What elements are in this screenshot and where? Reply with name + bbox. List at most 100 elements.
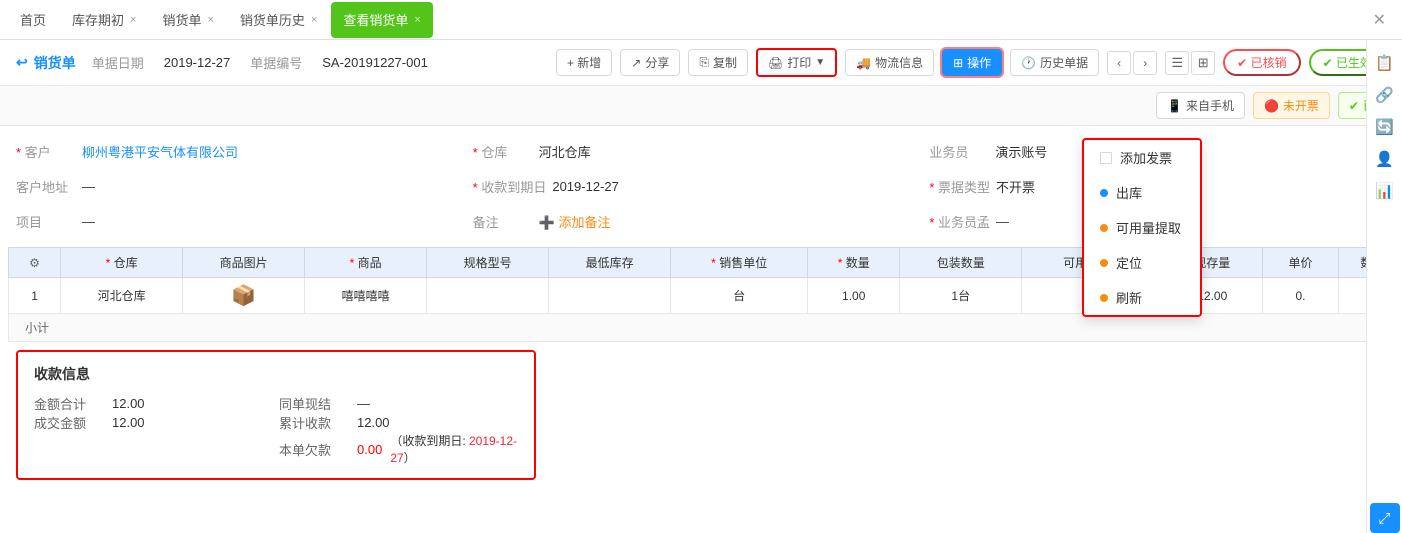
tab-view-sales[interactable]: 查看销货单 × [331,2,432,38]
owed-date: 2019-12-27 [390,434,517,465]
operation-button[interactable]: ⊞ 操作 [942,49,1002,76]
cumulative-row: 累计收款 12.00 [279,413,518,432]
history-icon: 🕐 [1021,56,1036,70]
locate-label: 定位 [1116,253,1142,272]
tab-inventory[interactable]: 库存期初 × [60,2,148,38]
tab-sales-history-label: 销货单历史 [240,10,305,29]
sidebar-doc-icon[interactable]: 📋 [1370,48,1400,78]
row-unit: 台 [671,278,808,314]
project-label: 项目 [16,212,76,231]
project-value: — [82,214,95,229]
row-pack-qty: 1台 [900,278,1022,314]
total-row: 金额合计 12.00 [34,394,273,413]
tab-inventory-close[interactable]: × [130,14,136,26]
sidebar-chart-icon[interactable]: 📊 [1370,176,1400,206]
sidebar-link-icon[interactable]: 🔗 [1370,80,1400,110]
share-button[interactable]: ↗ 分享 [620,49,680,76]
dropdown-add-invoice[interactable]: 添加发票 [1084,140,1200,175]
from-phone-button[interactable]: 📱 来自手机 [1156,92,1245,119]
tab-view-sales-close[interactable]: × [414,14,420,26]
note-label: 备注 [473,212,533,231]
cumulative-value: 12.00 [357,415,390,430]
tab-sales[interactable]: 销货单 × [150,2,225,38]
operation-icon: ⊞ [953,56,963,70]
cancelled-icon: ✔ [1237,56,1247,70]
product-image: 📦 [231,285,256,307]
logistics-button[interactable]: 🚚 物流信息 [845,49,934,76]
from-phone-label: 来自手机 [1186,97,1234,114]
owed-note: （收款到期日: 2019-12-27） [390,432,518,466]
total-value: 12.00 [112,396,145,411]
logistics-icon: 🚚 [856,56,871,70]
dropdown-menu: 添加发票 出库 可用量提取 定位 刷新 [1082,138,1202,317]
tab-home[interactable]: 首页 [8,2,58,38]
available-qty-label: 可用量提取 [1116,218,1181,237]
subtotal-row: 小计 [9,314,1394,342]
deal-label: 成交金额 [34,413,104,432]
right-sidebar: 📋 🔗 🔄 👤 📊 ⤢ [1366,40,1402,533]
copy-button[interactable]: ⎘ 复制 [688,49,748,76]
sidebar-expand-icon[interactable]: ⤢ [1370,503,1400,533]
customer-label: 客户 [16,142,76,161]
dropdown-locate[interactable]: 定位 [1084,245,1200,280]
warehouse-field: 仓库 河北仓库 [473,138,930,165]
checkbox-icon [1100,152,1112,164]
tab-sales-close[interactable]: × [207,14,213,26]
tab-bar: 首页 库存期初 × 销货单 × 销货单历史 × 查看销货单 × ✕ [0,0,1402,40]
tab-sales-history-close[interactable]: × [311,14,317,26]
row-product: 嘻嘻嘻嘻 [305,278,427,314]
note-field: 备注 ➕ 添加备注 [473,208,930,235]
dropdown-outbound[interactable]: 出库 [1084,175,1200,210]
share-label: 分享 [645,54,669,71]
check-icon: ✔ [1349,99,1359,113]
same-order-value: — [357,396,370,411]
deal-value: 12.00 [112,415,145,430]
col-warehouse: 仓库 [61,248,183,278]
same-order-row: 同单现结 — [279,394,518,413]
next-button[interactable]: › [1133,51,1157,75]
doc-actions: + 新增 ↗ 分享 ⎘ 复制 🖨 打印 ▼ 🚚 物流信息 [556,48,1386,77]
tab-sales-history[interactable]: 销货单历史 × [228,2,329,38]
business-staff-label: 业务员孟 [929,212,990,231]
add-button[interactable]: + 新增 [556,49,612,76]
payment-title: 收款信息 [34,364,518,384]
payment-right: 同单现结 — 累计收款 12.00 本单欠款 0.00 （收款到期日: 2019… [279,394,518,466]
print-button[interactable]: 🖨 打印 ▼ [756,48,837,77]
invoice-label: 票据类型 [929,177,990,196]
warehouse-value: 河北仓库 [539,142,591,161]
customer-value[interactable]: 柳州粤港平安气体有限公司 [82,142,238,161]
print-icon: 🖨 [768,56,783,70]
payment-grid: 金额合计 12.00 成交金额 12.00 同单现结 — 累计收款 [34,394,518,466]
grid-view-button[interactable]: ⊞ [1191,51,1215,75]
dropdown-refresh[interactable]: 刷新 [1084,280,1200,315]
row-spec [427,278,549,314]
add-invoice-label: 添加发票 [1120,148,1172,167]
deal-row: 成交金额 12.00 [34,413,273,432]
sidebar-user-icon[interactable]: 👤 [1370,144,1400,174]
refresh-label: 刷新 [1116,288,1142,307]
gear-icon[interactable]: ⚙ [29,256,40,270]
note-add-button[interactable]: ➕ 添加备注 [539,212,611,231]
due-date-field: 收款到期日 2019-12-27 [473,173,930,200]
row-warehouse: 河北仓库 [61,278,183,314]
address-value: — [82,179,95,194]
sidebar-refresh-icon[interactable]: 🔄 [1370,112,1400,142]
number-label: 单据编号 [250,53,302,72]
cancelled-button[interactable]: ✔ 已核销 [1223,49,1300,76]
history-button[interactable]: 🕐 历史单据 [1010,49,1099,76]
same-order-label: 同单现结 [279,394,349,413]
outbound-label: 出库 [1116,183,1142,202]
tab-home-label: 首页 [20,10,46,29]
share-icon: ↗ [631,56,641,70]
col-product: 商品 [305,248,427,278]
window-close-button[interactable]: ✕ [1365,10,1394,30]
dropdown-available-qty[interactable]: 可用量提取 [1084,210,1200,245]
row-price: 0. [1262,278,1339,314]
phone-icon: 📱 [1167,99,1182,113]
col-gear: ⚙ [9,248,61,278]
print-label: 打印 [787,54,811,71]
col-pack-qty: 包装数量 [900,248,1022,278]
not-open-button[interactable]: 🔴 未开票 [1253,92,1330,119]
list-view-button[interactable]: ☰ [1165,51,1189,75]
prev-button[interactable]: ‹ [1107,51,1131,75]
